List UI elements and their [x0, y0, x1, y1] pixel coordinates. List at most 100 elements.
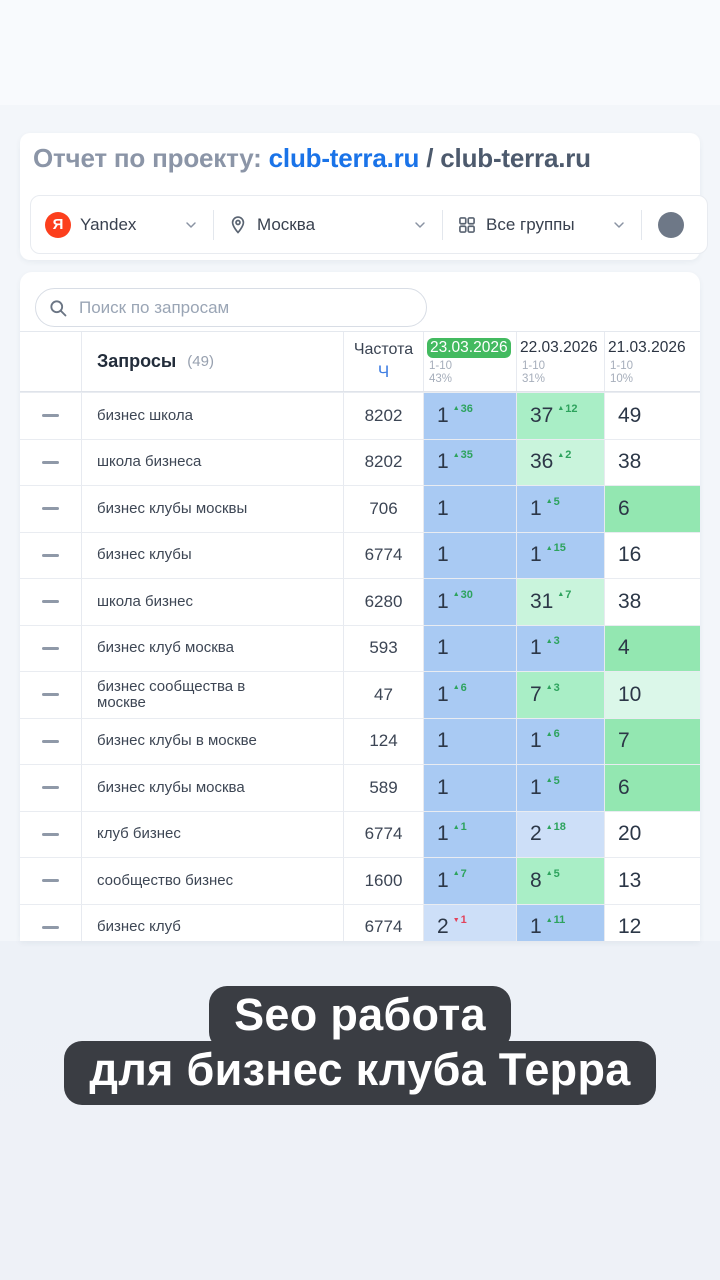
position-value: 1	[437, 775, 449, 799]
region-label: Москва	[257, 214, 316, 234]
position-value: 1	[530, 543, 542, 567]
position-cell: 1 ▲ 1	[424, 811, 517, 857]
position-cell: 37 ▲ 12	[517, 393, 605, 439]
drag-handle-icon	[42, 507, 59, 511]
chevron-down-icon	[614, 221, 624, 228]
position-cell: 2 ▲ 18	[517, 811, 605, 857]
drag-handle[interactable]	[20, 393, 82, 439]
drag-handle[interactable]	[20, 439, 82, 485]
frequency-sort-toggle[interactable]: Ч	[378, 362, 389, 382]
region-selector[interactable]: Москва	[214, 196, 442, 253]
frequency-column-header[interactable]: Частота Ч	[344, 332, 424, 391]
query-cell[interactable]: бизнес школа	[82, 393, 344, 439]
table-row[interactable]: школа бизнес 6280 1 ▲ 30 31 ▲ 7 38	[20, 578, 700, 625]
delta-arrow-icon: ▲	[545, 637, 553, 645]
drag-handle-icon	[42, 693, 59, 697]
table-row[interactable]: бизнес клубы москвы 706 1 1 ▲ 5 6	[20, 485, 700, 532]
delta-arrow-icon: ▲	[557, 405, 565, 413]
filter-toolbar: Я Yandex Москва Все группы	[30, 195, 708, 254]
drag-handle[interactable]	[20, 718, 82, 764]
drag-handle[interactable]	[20, 486, 82, 532]
table-row[interactable]: бизнес клуб москва 593 1 1 ▲ 3 4	[20, 624, 700, 671]
date-column-header[interactable]: 22.03.2026 1-10 31%	[517, 332, 605, 391]
frequency-value: 8202	[364, 452, 403, 472]
query-cell[interactable]: бизнес клуб	[82, 904, 344, 941]
date-column-header[interactable]: 21.03.2026 1-10 10%	[605, 332, 700, 391]
position-cell: 38	[605, 439, 700, 485]
drag-handle[interactable]	[20, 625, 82, 671]
position-cell: 1 ▲ 30	[424, 579, 517, 625]
groups-label: Все группы	[486, 214, 575, 234]
position-cell: 1 ▲ 15	[517, 532, 605, 578]
table-row[interactable]: школа бизнеса 8202 1 ▲ 35 36 ▲ 2 38	[20, 438, 700, 485]
position-cell: 20	[605, 811, 700, 857]
drag-handle[interactable]	[20, 811, 82, 857]
query-cell[interactable]: школа бизнес	[82, 579, 344, 625]
query-cell[interactable]: бизнес клубы в москве	[82, 718, 344, 764]
drag-handle[interactable]	[20, 765, 82, 811]
drag-handle-icon	[42, 925, 59, 929]
table-row[interactable]: бизнес школа 8202 1 ▲ 36 37 ▲ 12 49	[20, 392, 700, 439]
delta-arrow-icon: ▲	[557, 451, 565, 459]
delta-arrow-icon: ▲	[452, 451, 460, 459]
positions-table: Запросы (49) Частота Ч 23.03.2026 1-10 4…	[20, 331, 700, 941]
frequency-value: 6774	[364, 917, 403, 937]
position-delta: ▲ 7	[557, 589, 571, 601]
frequency-cell: 593	[344, 625, 424, 671]
delta-arrow-icon: ▲	[545, 730, 553, 738]
frequency-cell: 706	[344, 486, 424, 532]
position-cell: 36 ▲ 2	[517, 439, 605, 485]
position-delta: ▲ 18	[546, 821, 566, 833]
query-cell[interactable]: школа бизнеса	[82, 439, 344, 485]
position-delta: ▲ 35	[453, 449, 473, 461]
position-cell: 12	[605, 904, 700, 941]
query-cell[interactable]: сообщество бизнес	[82, 858, 344, 904]
position-value: 1	[437, 682, 449, 706]
drag-handle[interactable]	[20, 858, 82, 904]
query-cell[interactable]: бизнес клубы москвы	[82, 486, 344, 532]
position-range: 1-10	[522, 359, 546, 372]
delta-value: 35	[460, 449, 473, 462]
delta-value: 5	[553, 774, 560, 787]
position-cell: 6	[605, 486, 700, 532]
search-input[interactable]	[77, 296, 414, 319]
project-link[interactable]: club-terra.ru	[269, 143, 420, 173]
table-row[interactable]: бизнес клубы в москве 124 1 1 ▲ 6 7	[20, 717, 700, 764]
position-value: 2	[437, 915, 449, 939]
table-row[interactable]: бизнес сообщества в москве 47 1 ▲ 6 7 ▲ 3 …	[20, 671, 700, 718]
query-cell[interactable]: бизнес клуб москва	[82, 625, 344, 671]
position-delta: ▲ 15	[546, 542, 566, 554]
groups-selector[interactable]: Все группы	[443, 196, 641, 253]
toggle-circle-icon[interactable]	[658, 211, 684, 238]
query-cell[interactable]: клуб бизнес	[82, 811, 344, 857]
drag-handle[interactable]	[20, 904, 82, 941]
frequency-cell: 6774	[344, 532, 424, 578]
query-cell[interactable]: бизнес клубы	[82, 532, 344, 578]
frequency-cell: 124	[344, 718, 424, 764]
position-value: 1	[530, 636, 542, 660]
query-text: бизнес сообщества в москве	[97, 677, 246, 711]
position-delta: ▼ 1	[453, 914, 467, 926]
drag-handle[interactable]	[20, 532, 82, 578]
query-text: бизнес школа	[97, 406, 194, 424]
position-value: 1	[437, 822, 449, 846]
delta-arrow-icon: ▲	[452, 870, 460, 878]
position-value: 36	[530, 450, 554, 474]
search-engine-selector[interactable]: Я Yandex	[31, 196, 213, 253]
delta-value: 12	[565, 402, 578, 415]
table-row[interactable]: бизнес клуб 6774 2 ▼ 1 1 ▲ 11 12	[20, 903, 700, 941]
date-column-header[interactable]: 23.03.2026 1-10 43%	[424, 332, 517, 391]
table-row[interactable]: клуб бизнес 6774 1 ▲ 1 2 ▲ 18 20	[20, 810, 700, 857]
delta-value: 3	[553, 681, 560, 694]
table-row[interactable]: бизнес клубы москва 589 1 1 ▲ 5 6	[20, 764, 700, 811]
drag-handle[interactable]	[20, 672, 82, 718]
query-cell[interactable]: бизнес сообщества в москве	[82, 672, 344, 718]
position-value: 1	[437, 636, 449, 660]
query-text: школа бизнес	[97, 592, 194, 610]
drag-handle[interactable]	[20, 579, 82, 625]
position-value: 1	[530, 729, 542, 753]
delta-arrow-icon: ▲	[545, 823, 553, 831]
query-cell[interactable]: бизнес клубы москва	[82, 765, 344, 811]
table-row[interactable]: бизнес клубы 6774 1 1 ▲ 15 16	[20, 531, 700, 578]
table-row[interactable]: сообщество бизнес 1600 1 ▲ 7 8 ▲ 5 13	[20, 857, 700, 904]
